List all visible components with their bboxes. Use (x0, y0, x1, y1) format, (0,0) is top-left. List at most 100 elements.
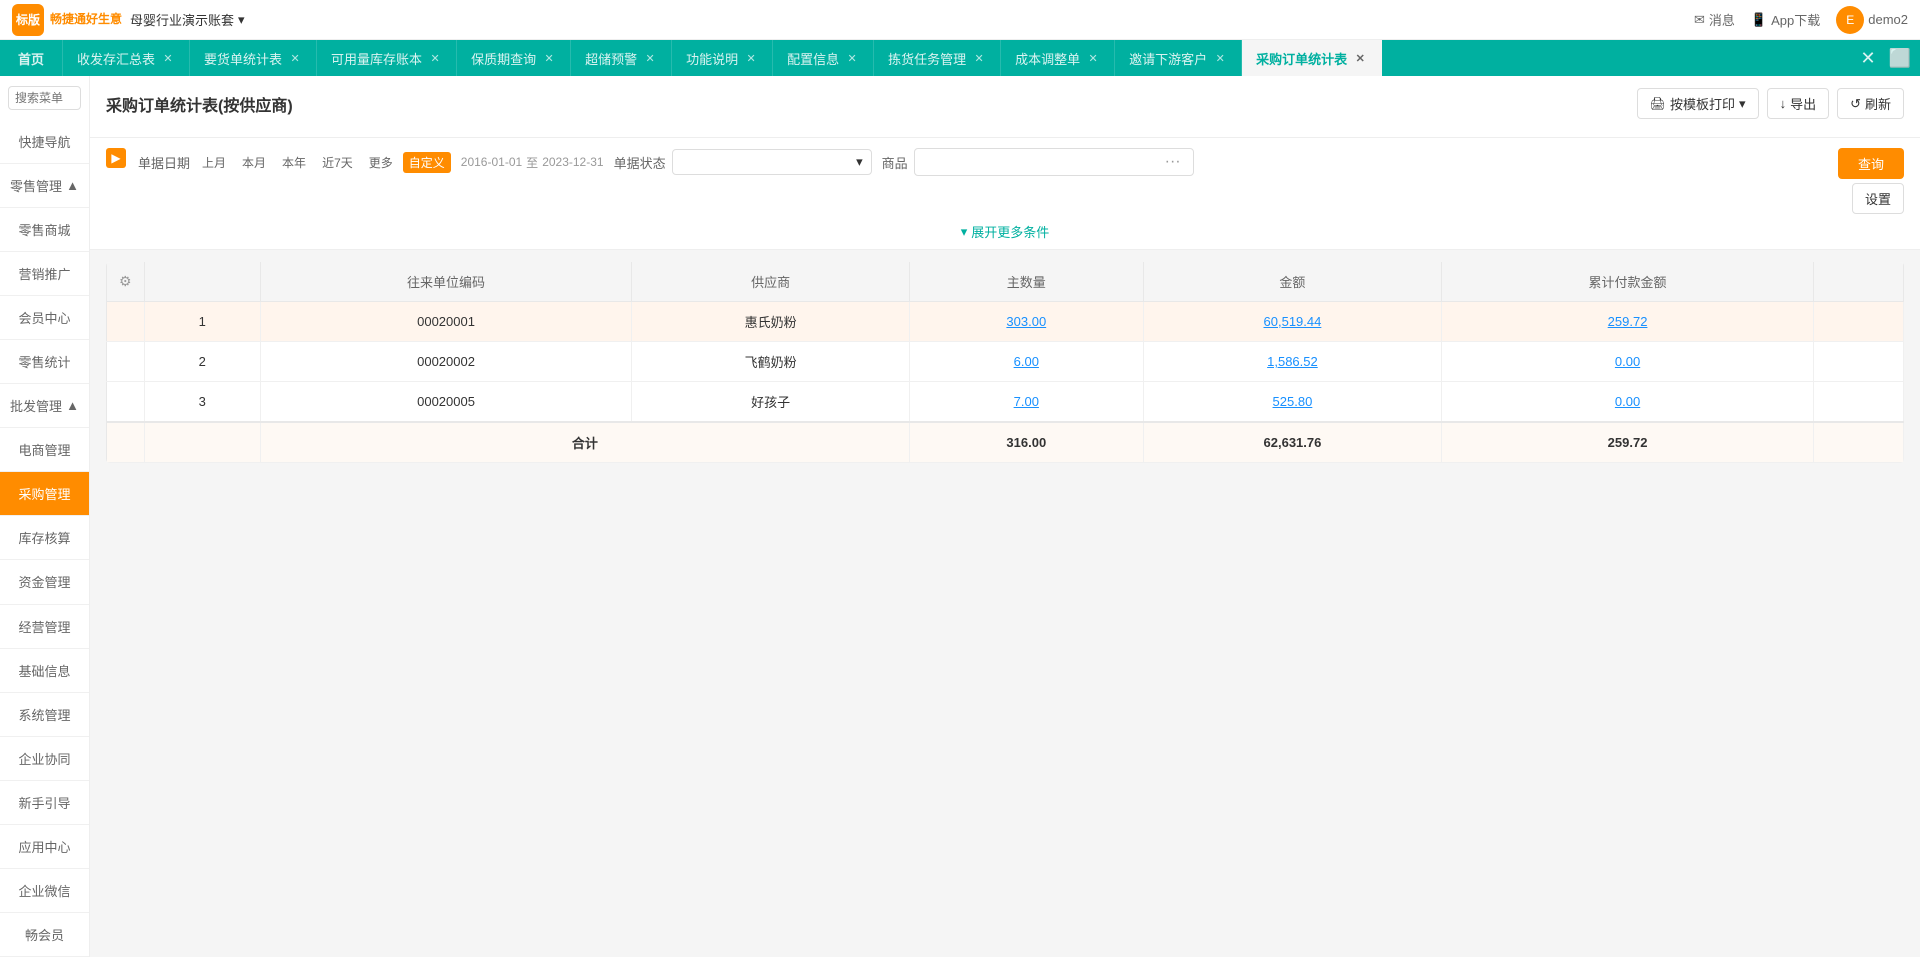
row3-main-qty[interactable]: 7.00 (910, 382, 1144, 423)
tab-func-desc-close[interactable]: ✕ (744, 51, 758, 65)
sidebar-item-quick-nav[interactable]: 快捷导航 (0, 120, 89, 164)
table-row: 2 00020002 飞鹤奶粉 6.00 1,586.52 0.00 (107, 342, 1904, 382)
message-action[interactable]: ✉ 消息 (1694, 10, 1735, 29)
sidebar-item-app-center[interactable]: 应用中心 (0, 825, 89, 869)
logo-abbr: 标版 (16, 11, 40, 28)
goods-filter-label: 商品 (882, 153, 908, 172)
tab-purchase-order-stats-close[interactable]: ✕ (1353, 51, 1367, 65)
sidebar-item-basic-info[interactable]: 基础信息 (0, 649, 89, 693)
row1-amount[interactable]: 60,519.44 (1143, 302, 1442, 342)
tab-config-info[interactable]: 配置信息 ✕ (773, 40, 874, 76)
sidebar-item-wholesale-mgmt[interactable]: 批发管理 ▲ (0, 384, 89, 428)
tab-collect-pay[interactable]: 收发存汇总表 ✕ (63, 40, 190, 76)
date-shortcut-7days[interactable]: 近7天 (316, 152, 359, 173)
username-label: demo2 (1868, 12, 1908, 27)
user-action[interactable]: E demo2 (1836, 6, 1908, 34)
sidebar-item-ecommerce-mgmt[interactable]: 电商管理 (0, 428, 89, 472)
row2-amount[interactable]: 1,586.52 (1143, 342, 1442, 382)
sidebar-item-finance-mgmt[interactable]: 资金管理 (0, 560, 89, 604)
date-shortcut-this-year[interactable]: 本年 (276, 152, 312, 173)
col-index-header (144, 262, 260, 302)
sidebar-member-label: 畅会员 (25, 925, 64, 944)
date-filter-item: 单据日期 上月 本月 本年 近7天 更多 自定义 (138, 152, 451, 173)
table-container: ⚙ 往来单位编码 供应商 主数量 金额 累计付款金额 1 (90, 250, 1920, 957)
status-select[interactable]: ▾ (672, 149, 872, 175)
tab-picking-task-label: 拣货任务管理 (888, 49, 966, 68)
col-settings-icon[interactable]: ⚙ (119, 273, 132, 289)
app-download-action[interactable]: 📱 App下载 (1751, 10, 1820, 29)
sidebar-item-marketing[interactable]: 营销推广 (0, 252, 89, 296)
tab-config-info-close[interactable]: ✕ (845, 51, 859, 65)
date-shortcut-last-month[interactable]: 上月 (196, 152, 232, 173)
sidebar-item-retail-stats[interactable]: 零售统计 (0, 340, 89, 384)
goods-dots-btn[interactable]: ··· (1161, 153, 1185, 171)
footer-index (144, 422, 260, 463)
date-shortcut-more[interactable]: 更多 (363, 152, 399, 173)
export-label: 导出 (1790, 94, 1816, 113)
search-input[interactable] (8, 86, 81, 110)
filter-toggle-button[interactable]: ▶ (106, 148, 126, 168)
row3-paid-amount[interactable]: 0.00 (1442, 382, 1813, 423)
app-download-label: App下载 (1771, 10, 1820, 29)
table-body: 1 00020001 惠氏奶粉 303.00 60,519.44 259.72 … (107, 302, 1904, 423)
tab-available-stock-close[interactable]: ✕ (428, 51, 442, 65)
nav-expand-btn[interactable]: ⬜ (1888, 46, 1912, 70)
tab-cost-adjust-close[interactable]: ✕ (1086, 51, 1100, 65)
date-range-display: 2016-01-01 至 2023-12-31 (461, 154, 604, 171)
app-download-icon: 📱 (1751, 12, 1767, 28)
tab-requisition-stats[interactable]: 要货单统计表 ✕ (190, 40, 317, 76)
row1-paid-amount[interactable]: 259.72 (1442, 302, 1813, 342)
main-layout: 快捷导航 零售管理 ▲ 零售商城 营销推广 会员中心 零售统计 批发管理 ▲ 电… (0, 76, 1920, 957)
sidebar-app-center-label: 应用中心 (18, 837, 70, 856)
message-icon: ✉ (1694, 12, 1705, 28)
row2-paid-amount[interactable]: 0.00 (1442, 342, 1813, 382)
tab-requisition-stats-close[interactable]: ✕ (288, 51, 302, 65)
sidebar-item-ops-mgmt[interactable]: 经营管理 (0, 605, 89, 649)
date-custom-tag[interactable]: 自定义 (403, 152, 451, 173)
sidebar-item-enterprise-collab[interactable]: 企业协同 (0, 737, 89, 781)
tab-overstock-warning[interactable]: 超储预警 ✕ (571, 40, 672, 76)
query-button[interactable]: 查询 (1838, 148, 1904, 179)
tab-overstock-warning-close[interactable]: ✕ (643, 51, 657, 65)
sidebar-item-purchase-mgmt[interactable]: 采购管理 (0, 472, 89, 516)
expand-filters-button[interactable]: ▾ 展开更多条件 (961, 222, 1050, 241)
sidebar-item-retail-mgmt[interactable]: 零售管理 ▲ (0, 164, 89, 208)
date-from: 2016-01-01 (461, 155, 522, 169)
date-shortcut-this-month[interactable]: 本月 (236, 152, 272, 173)
row1-supplier-name: 惠氏奶粉 (632, 302, 910, 342)
expand-filters-label: 展开更多条件 (971, 222, 1049, 241)
row1-main-qty[interactable]: 303.00 (910, 302, 1144, 342)
tab-requisition-stats-label: 要货单统计表 (204, 49, 282, 68)
nav-close-btn[interactable]: ✕ (1856, 46, 1880, 70)
tab-func-desc[interactable]: 功能说明 ✕ (672, 40, 773, 76)
sidebar-item-member[interactable]: 畅会员 (0, 913, 89, 957)
sidebar-item-retail-mall[interactable]: 零售商城 (0, 208, 89, 252)
sidebar-ecommerce-mgmt-label: 电商管理 (18, 440, 70, 459)
tab-purchase-order-stats[interactable]: 采购订单统计表 ✕ (1242, 40, 1382, 76)
template-print-button[interactable]: 🖨 按模板打印 ▾ (1637, 88, 1759, 119)
tab-warranty-query[interactable]: 保质期查询 ✕ (457, 40, 571, 76)
settings-button[interactable]: 设置 (1852, 183, 1904, 214)
row3-amount[interactable]: 525.80 (1143, 382, 1442, 423)
row3-supplier-name: 好孩子 (632, 382, 910, 423)
tab-available-stock[interactable]: 可用量库存账本 ✕ (317, 40, 457, 76)
sidebar-item-enterprise-wechat[interactable]: 企业微信 (0, 869, 89, 913)
tab-warranty-query-close[interactable]: ✕ (542, 51, 556, 65)
tab-picking-task[interactable]: 拣货任务管理 ✕ (874, 40, 1001, 76)
refresh-button[interactable]: ↺ 刷新 (1837, 88, 1904, 119)
sidebar-item-member-center[interactable]: 会员中心 (0, 296, 89, 340)
tab-picking-task-close[interactable]: ✕ (972, 51, 986, 65)
tab-home[interactable]: 首页 (0, 40, 63, 76)
sidebar-item-newbie-guide[interactable]: 新手引导 (0, 781, 89, 825)
tab-collect-pay-close[interactable]: ✕ (161, 51, 175, 65)
row2-main-qty[interactable]: 6.00 (910, 342, 1144, 382)
tab-invite-downstream[interactable]: 邀请下游客户 ✕ (1115, 40, 1242, 76)
tab-invite-downstream-close[interactable]: ✕ (1213, 51, 1227, 65)
workspace-selector[interactable]: 母婴行业演示账套 ▾ (130, 10, 245, 29)
goods-input[interactable]: ··· (914, 148, 1194, 176)
sidebar-item-inventory-check[interactable]: 库存核算 (0, 516, 89, 560)
row2-supplier-code: 00020002 (260, 342, 631, 382)
sidebar-item-sys-mgmt[interactable]: 系统管理 (0, 693, 89, 737)
tab-cost-adjust[interactable]: 成本调整单 ✕ (1001, 40, 1115, 76)
export-button[interactable]: ↓ 导出 (1767, 88, 1830, 119)
